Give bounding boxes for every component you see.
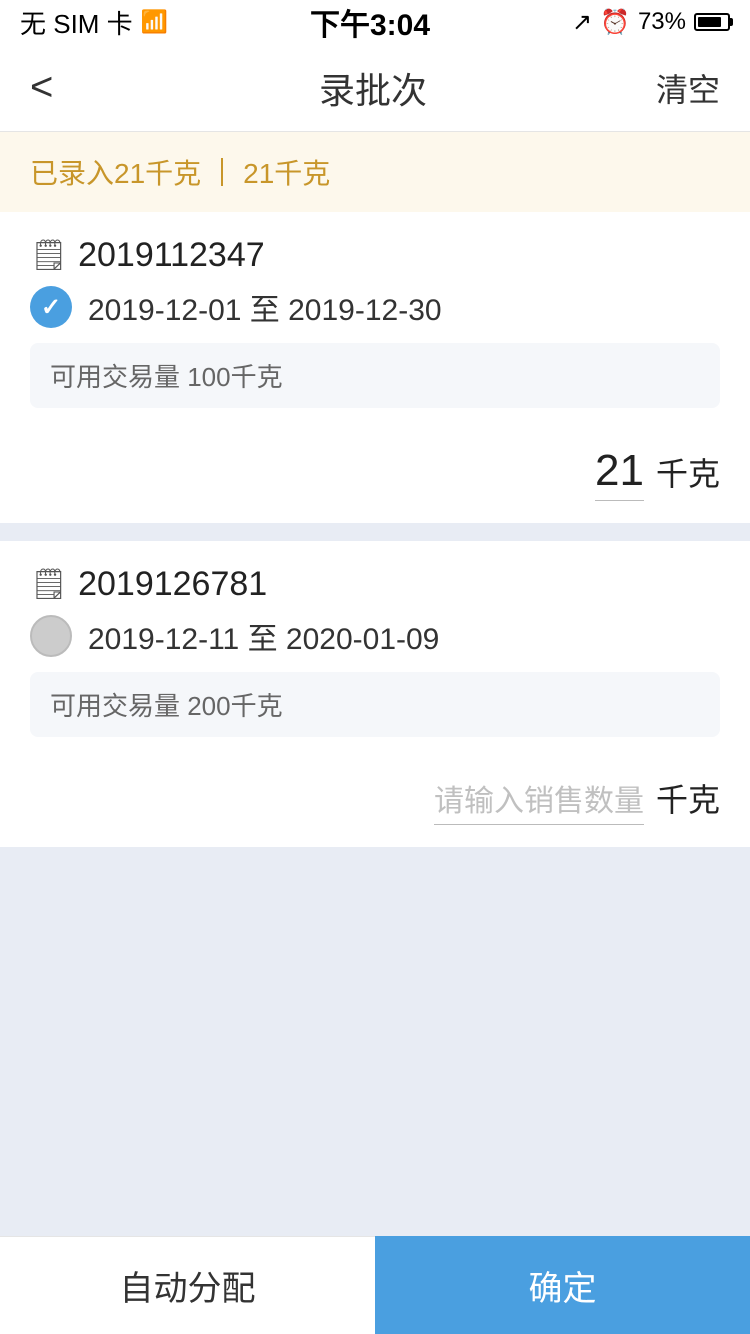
batch2-id: 2019126781: [78, 565, 267, 604]
batch1-radio[interactable]: ✓: [30, 286, 72, 328]
batch1-doc-icon: 🗒: [30, 238, 68, 273]
bottom-bar: 自动分配 确定: [0, 1236, 750, 1334]
status-left: 无 SIM 卡 📶: [20, 4, 168, 41]
clear-button[interactable]: 清空: [656, 65, 720, 111]
page-title: 录批次: [319, 62, 427, 114]
recorded-label: 已录入21千克: [30, 152, 201, 192]
batch2-avail-box: 可用交易量 200千克: [30, 672, 720, 737]
gray-area: [0, 847, 750, 1287]
location-icon: ↗: [572, 8, 592, 37]
batch1-underline: [595, 500, 644, 501]
batch2-input-wrapper[interactable]: 请输入销售数量: [434, 776, 644, 825]
recorded-value: 21千克: [243, 152, 330, 192]
batch1-header: 🗒 2019112347: [30, 236, 720, 275]
auto-distribute-button[interactable]: 自动分配: [0, 1236, 375, 1334]
batch1-block: 🗒 2019112347 ✓ 2019-12-01 至 2019-12-30 可…: [0, 212, 750, 428]
confirm-button[interactable]: 确定: [375, 1236, 750, 1334]
back-button[interactable]: <: [30, 65, 90, 110]
batch2-radio[interactable]: [30, 615, 72, 657]
batch2-avail-text: 可用交易量 200千克: [50, 691, 283, 721]
status-bar: 无 SIM 卡 📶 下午3:04 ↗ ⏰ 73%: [0, 0, 750, 44]
nav-bar: < 录批次 清空: [0, 44, 750, 132]
wifi-icon: 📶: [141, 9, 168, 35]
status-time: 下午3:04: [310, 0, 430, 44]
batch2-unit: 千克: [656, 775, 720, 821]
battery-bar: [694, 13, 730, 31]
batch2-date-row[interactable]: 2019-12-11 至 2020-01-09: [30, 614, 720, 658]
info-divider: [221, 158, 223, 186]
batch2-header: 🗒 2019126781: [30, 565, 720, 604]
batch1-avail-box: 可用交易量 100千克: [30, 343, 720, 408]
batch2-block: 🗒 2019126781 2019-12-11 至 2020-01-09 可用交…: [0, 541, 750, 757]
battery-percent: 73%: [638, 8, 686, 36]
batch2-doc-icon: 🗒: [30, 567, 68, 602]
batch2-input-row[interactable]: 请输入销售数量 千克: [0, 757, 750, 847]
batch2-input-underline: [434, 824, 644, 825]
batch1-amount-wrapper: 21: [595, 446, 644, 501]
batch1-date: 2019-12-01 至 2019-12-30: [88, 285, 442, 329]
batch1-unit: 千克: [656, 449, 720, 495]
batch1-id: 2019112347: [78, 236, 265, 275]
batch2-date: 2019-12-11 至 2020-01-09: [88, 614, 439, 658]
batch1-date-row[interactable]: ✓ 2019-12-01 至 2019-12-30: [30, 285, 720, 329]
batch1-avail-text: 可用交易量 100千克: [50, 362, 283, 392]
section-separator: [0, 523, 750, 541]
batch1-amount-value: 21: [595, 446, 644, 496]
batch1-checkmark: ✓: [41, 293, 61, 322]
batch1-amount-row: 21 千克: [0, 428, 750, 523]
alarm-icon: ⏰: [600, 8, 630, 37]
status-right: ↗ ⏰ 73%: [572, 8, 730, 37]
batch2-input-placeholder: 请输入销售数量: [434, 776, 644, 820]
no-sim-text: 无 SIM 卡: [20, 4, 133, 41]
info-bar: 已录入21千克 21千克: [0, 132, 750, 212]
